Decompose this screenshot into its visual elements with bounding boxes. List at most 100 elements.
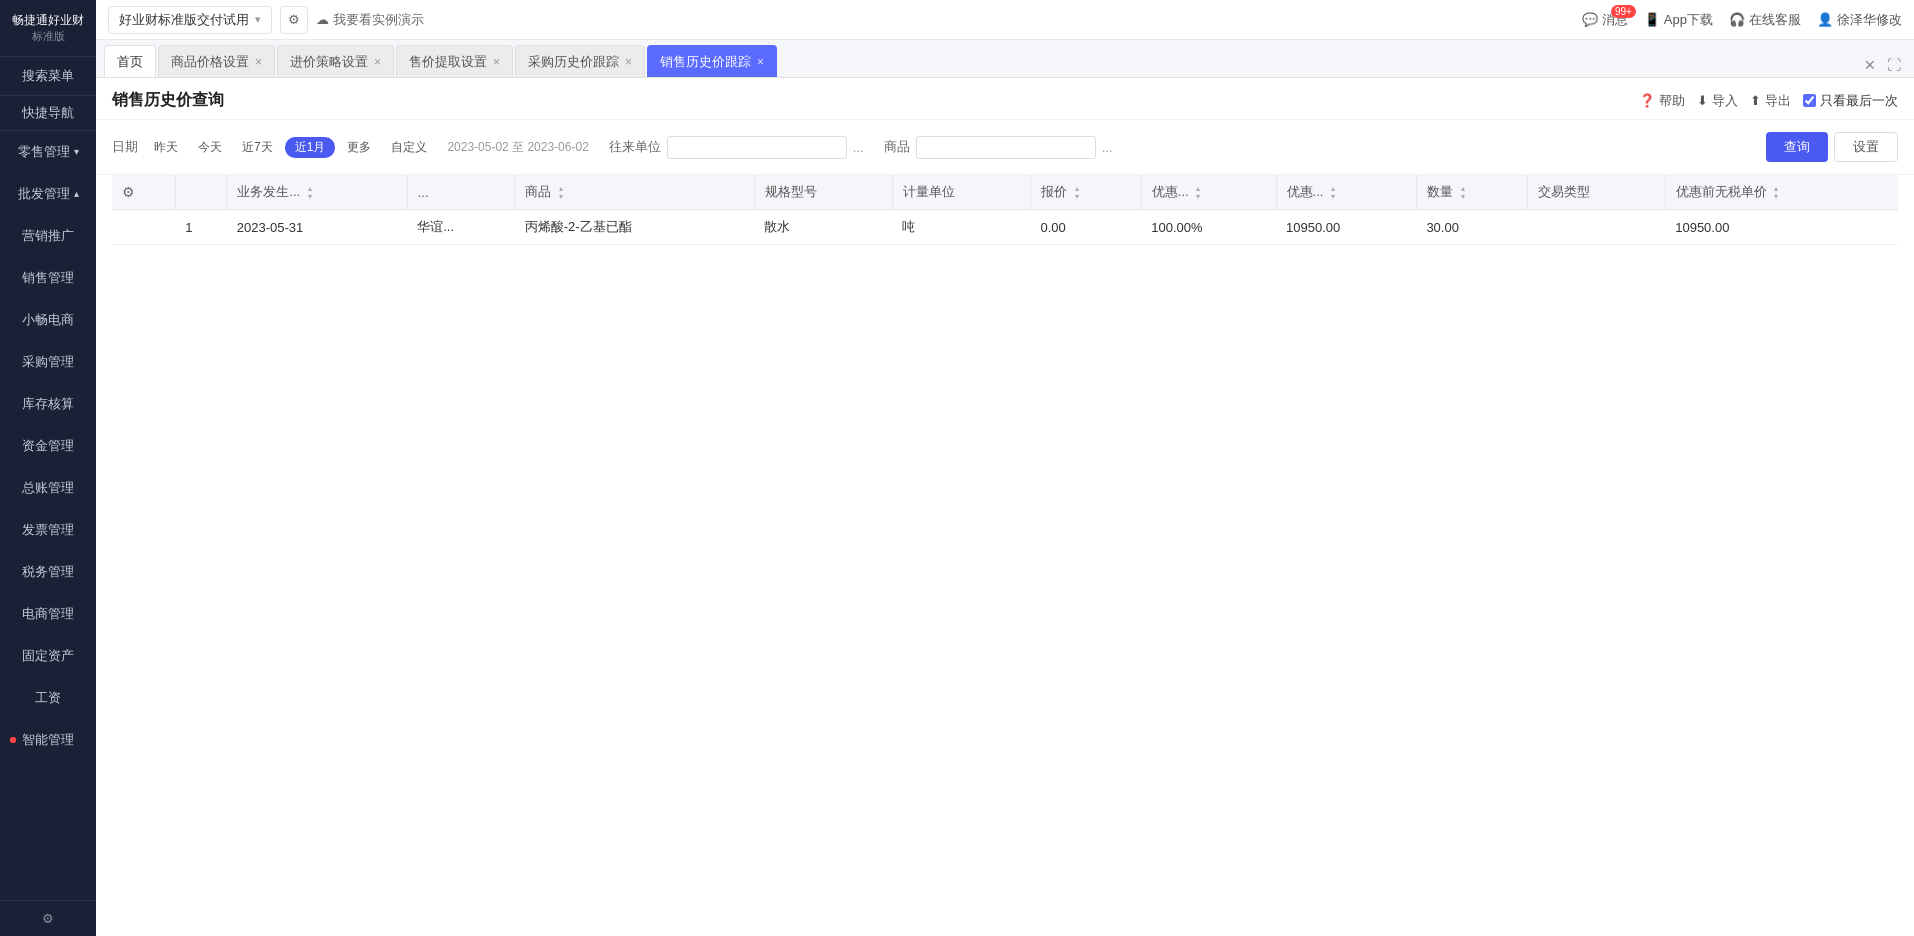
sidebar: 畅捷通好业财 标准版 搜索菜单 快捷导航 零售管理 ▾ 批发管理 ▴ 营销推广 …: [0, 0, 96, 936]
sidebar-item-label: 税务管理: [22, 563, 74, 581]
date-btn-7days[interactable]: 近7天: [234, 137, 281, 158]
product-more-btn[interactable]: ...: [1102, 140, 1113, 155]
tab-product-price-close[interactable]: ×: [255, 56, 262, 68]
sidebar-item-marketing[interactable]: 营销推广: [0, 215, 96, 257]
online-service-btn[interactable]: 🎧 在线客服: [1729, 11, 1801, 29]
sales-history-table: ⚙ 业务发生... ▴▾ ... 商品 ▴▾ 规格型号 计量: [112, 175, 1898, 245]
demo-link[interactable]: ☁ 我要看实例演示: [316, 11, 424, 29]
maximize-window-btn[interactable]: ⛶: [1882, 53, 1906, 77]
close-window-btn[interactable]: ✕: [1858, 53, 1882, 77]
th-pretax-price[interactable]: 优惠前无税单价 ▴▾: [1665, 175, 1898, 210]
sidebar-item-label: 库存核算: [22, 395, 74, 413]
page-actions: ❓ 帮助 ⬇ 导入 ⬆ 导出 只看最后一次: [1639, 92, 1898, 110]
chevron-down-icon: ▾: [74, 146, 79, 157]
tab-sale-extract-close[interactable]: ×: [493, 56, 500, 68]
topbar-gear-button[interactable]: ⚙: [280, 6, 308, 34]
th-biz-date[interactable]: 业务发生... ▴▾: [227, 175, 407, 210]
tab-sales-history[interactable]: 销售历史价跟踪 ×: [647, 45, 777, 77]
only-last-checkbox-label[interactable]: 只看最后一次: [1803, 92, 1898, 110]
th-unit[interactable]: 计量单位: [892, 175, 1030, 210]
sidebar-item-label: 资金管理: [22, 437, 74, 455]
th-discount-price[interactable]: 优惠... ▴▾: [1276, 175, 1416, 210]
th-quantity[interactable]: 数量 ▴▾: [1416, 175, 1527, 210]
user-icon: 👤: [1817, 12, 1833, 27]
sidebar-item-wholesale[interactable]: 批发管理 ▴: [0, 173, 96, 215]
company-selector[interactable]: 好业财标准版交付试用 ▾: [108, 6, 272, 34]
cell-unit: 吨: [892, 210, 1030, 245]
tab-bar: 首页 商品价格设置 × 进价策略设置 × 售价提取设置 × 采购历史价跟踪 × …: [96, 40, 1914, 78]
headset-icon: 🎧: [1729, 12, 1745, 27]
date-btn-more[interactable]: 更多: [339, 137, 379, 158]
query-btn[interactable]: 查询: [1766, 132, 1828, 162]
setting-btn[interactable]: 设置: [1834, 132, 1898, 162]
sidebar-search[interactable]: 搜索菜单: [0, 57, 96, 96]
th-gear[interactable]: ⚙: [112, 175, 175, 210]
messages-badge: 99+: [1611, 5, 1636, 18]
tab-sale-extract[interactable]: 售价提取设置 ×: [396, 45, 513, 77]
date-btn-1month[interactable]: 近1月: [285, 137, 336, 158]
sidebar-item-tax[interactable]: 税务管理: [0, 551, 96, 593]
phone-icon: 📱: [1644, 12, 1660, 27]
sidebar-item-salary[interactable]: 工资: [0, 677, 96, 719]
only-last-checkbox[interactable]: [1803, 94, 1816, 107]
sidebar-item-label: 销售管理: [22, 269, 74, 287]
sidebar-settings-btn[interactable]: ⚙: [0, 900, 96, 936]
sidebar-item-ecommerce[interactable]: 电商管理: [0, 593, 96, 635]
export-btn[interactable]: ⬆ 导出: [1750, 92, 1791, 110]
th-spec[interactable]: 规格型号: [754, 175, 892, 210]
date-btn-yesterday[interactable]: 昨天: [146, 137, 186, 158]
th-more[interactable]: ...: [407, 175, 514, 210]
table-header-row: ⚙ 业务发生... ▴▾ ... 商品 ▴▾ 规格型号 计量: [112, 175, 1898, 210]
th-trans-type[interactable]: 交易类型: [1527, 175, 1665, 210]
chevron-down-icon: ▾: [255, 13, 261, 26]
user-menu-btn[interactable]: 👤 徐泽华修改: [1817, 11, 1902, 29]
main-area: 好业财标准版交付试用 ▾ ⚙ ☁ 我要看实例演示 💬 消息 99+ 📱 App下…: [96, 0, 1914, 936]
import-btn[interactable]: ⬇ 导入: [1697, 92, 1738, 110]
from-unit-more-btn[interactable]: ...: [853, 140, 864, 155]
sidebar-item-sales[interactable]: 销售管理: [0, 257, 96, 299]
sidebar-item-label: 营销推广: [22, 227, 74, 245]
th-discount-rate[interactable]: 优惠... ▴▾: [1141, 175, 1276, 210]
date-btn-today[interactable]: 今天: [190, 137, 230, 158]
tab-sales-history-close[interactable]: ×: [757, 56, 764, 68]
sidebar-item-ledger[interactable]: 总账管理: [0, 467, 96, 509]
tab-product-price[interactable]: 商品价格设置 ×: [158, 45, 275, 77]
dot-icon: [10, 737, 16, 743]
th-price[interactable]: 报价 ▴▾: [1030, 175, 1141, 210]
app-download-btn[interactable]: 📱 App下载: [1644, 11, 1713, 29]
tab-home[interactable]: 首页: [104, 45, 156, 77]
sidebar-item-inventory[interactable]: 库存核算: [0, 383, 96, 425]
from-unit-input[interactable]: [667, 136, 847, 159]
cell-biz-date: 2023-05-31: [227, 210, 407, 245]
tab-purchase-history[interactable]: 采购历史价跟踪 ×: [515, 45, 645, 77]
date-btn-custom[interactable]: 自定义: [383, 137, 435, 158]
app-download-label: App下载: [1664, 11, 1713, 29]
tab-purchase-history-close[interactable]: ×: [625, 56, 632, 68]
sidebar-item-retail[interactable]: 零售管理 ▾: [0, 131, 96, 173]
sidebar-item-assets[interactable]: 固定资产: [0, 635, 96, 677]
table-gear-icon[interactable]: ⚙: [122, 184, 135, 200]
cell-price: 0.00: [1030, 210, 1141, 245]
sidebar-item-finance[interactable]: 资金管理: [0, 425, 96, 467]
sidebar-item-smart[interactable]: 智能管理: [0, 719, 96, 761]
sidebar-item-invoice[interactable]: 发票管理: [0, 509, 96, 551]
page-header: 销售历史价查询 ❓ 帮助 ⬇ 导入 ⬆ 导出 只看最后一次: [96, 78, 1914, 120]
date-buttons: 昨天 今天 近7天 近1月 更多 自定义: [146, 137, 435, 158]
product-input[interactable]: [916, 136, 1096, 159]
th-product[interactable]: 商品 ▴▾: [515, 175, 755, 210]
sidebar-quick-nav[interactable]: 快捷导航: [0, 96, 96, 131]
sidebar-item-small-ecommerce[interactable]: 小畅电商: [0, 299, 96, 341]
query-actions: 查询 设置: [1766, 132, 1898, 162]
sidebar-item-label: 智能管理: [22, 731, 74, 749]
sidebar-item-purchase[interactable]: 采购管理: [0, 341, 96, 383]
chevron-up-icon: ▴: [74, 188, 79, 199]
tab-purchase-strategy-close[interactable]: ×: [374, 56, 381, 68]
messages-btn[interactable]: 💬 消息 99+: [1582, 11, 1628, 29]
help-btn[interactable]: ❓ 帮助: [1639, 92, 1685, 110]
app-title: 畅捷通好业财: [12, 12, 84, 29]
cell-product: 丙烯酸-2-乙基已酯: [515, 210, 755, 245]
export-icon: ⬆: [1750, 93, 1761, 108]
tab-purchase-strategy[interactable]: 进价策略设置 ×: [277, 45, 394, 77]
filter-row: 日期 昨天 今天 近7天 近1月 更多 自定义 2023-05-02 至 202…: [96, 120, 1914, 175]
table-row[interactable]: 1 2023-05-31 华谊... 丙烯酸-2-乙基已酯 散水 吨 0.00 …: [112, 210, 1898, 245]
